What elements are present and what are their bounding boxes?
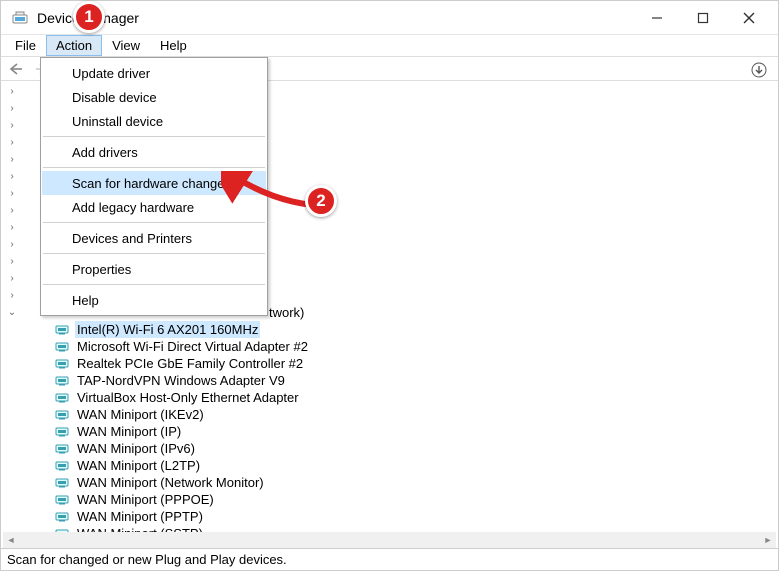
menu-devices-printers[interactable]: Devices and Printers [42, 226, 266, 250]
tree-row[interactable]: WAN Miniport (IKEv2) [5, 406, 778, 423]
menu-update-driver[interactable]: Update driver [42, 61, 266, 85]
menu-add-drivers[interactable]: Add drivers [42, 140, 266, 164]
window-controls [634, 1, 772, 34]
tree-row[interactable]: WAN Miniport (PPTP) [5, 508, 778, 525]
chevron-right-icon[interactable]: › [5, 185, 19, 202]
menu-disable-device[interactable]: Disable device [42, 85, 266, 109]
tree-row[interactable]: WAN Miniport (PPPOE) [5, 491, 778, 508]
device-label[interactable]: WAN Miniport (IKEv2) [75, 406, 206, 423]
scroll-left-icon[interactable]: ◄ [3, 532, 19, 548]
menu-file[interactable]: File [5, 35, 46, 56]
chevron-right-icon[interactable]: › [5, 117, 19, 134]
menu-separator [43, 253, 265, 254]
tree-row[interactable]: WAN Miniport (Network Monitor) [5, 474, 778, 491]
network-adapter-icon [55, 459, 71, 473]
tree-row[interactable]: VirtualBox Host-Only Ethernet Adapter [5, 389, 778, 406]
chevron-right-icon[interactable]: › [5, 168, 19, 185]
device-label[interactable]: WAN Miniport (PPTP) [75, 508, 205, 525]
horizontal-scrollbar[interactable]: ◄ ► [3, 532, 776, 548]
menu-separator [43, 284, 265, 285]
chevron-right-icon[interactable]: › [5, 287, 19, 304]
network-adapter-icon [55, 374, 71, 388]
device-label[interactable]: Realtek PCIe GbE Family Controller #2 [75, 355, 305, 372]
titlebar[interactable]: Device Manager [1, 1, 778, 35]
scroll-right-icon[interactable]: ► [760, 532, 776, 548]
tree-row[interactable]: TAP-NordVPN Windows Adapter V9 [5, 372, 778, 389]
device-label[interactable]: Intel(R) Wi-Fi 6 AX201 160MHz [75, 321, 260, 338]
tree-row[interactable]: WAN Miniport (IPv6) [5, 440, 778, 457]
device-label[interactable]: Microsoft Wi-Fi Direct Virtual Adapter #… [75, 338, 310, 355]
device-manager-window: Device Manager File Action View Help › ›… [0, 0, 779, 571]
menu-properties[interactable]: Properties [42, 257, 266, 281]
menu-uninstall-device[interactable]: Uninstall device [42, 109, 266, 133]
network-adapter-icon [55, 357, 71, 371]
network-adapter-icon [55, 442, 71, 456]
annotation-badge-1: 1 [73, 1, 105, 33]
tree-row[interactable]: Microsoft Wi-Fi Direct Virtual Adapter #… [5, 338, 778, 355]
menu-view[interactable]: View [102, 35, 150, 56]
category-label-partial[interactable]: twork) [267, 304, 306, 321]
chevron-right-icon[interactable]: › [5, 236, 19, 253]
maximize-button[interactable] [680, 1, 726, 34]
tree-row[interactable]: Realtek PCIe GbE Family Controller #2 [5, 355, 778, 372]
menu-help[interactable]: Help [150, 35, 197, 56]
chevron-down-icon[interactable]: ⌄ [5, 304, 19, 321]
chevron-right-icon[interactable]: › [5, 151, 19, 168]
device-label[interactable]: WAN Miniport (IPv6) [75, 440, 197, 457]
device-label[interactable]: WAN Miniport (Network Monitor) [75, 474, 266, 491]
tree-row[interactable]: Intel(R) Wi-Fi 6 AX201 160MHz [5, 321, 778, 338]
menu-separator [43, 222, 265, 223]
device-label[interactable]: TAP-NordVPN Windows Adapter V9 [75, 372, 287, 389]
menu-separator [43, 136, 265, 137]
menu-action[interactable]: Action [46, 35, 102, 56]
close-button[interactable] [726, 1, 772, 34]
menu-separator [43, 167, 265, 168]
chevron-right-icon[interactable]: › [5, 253, 19, 270]
menu-help[interactable]: Help [42, 288, 266, 312]
chevron-right-icon[interactable]: › [5, 100, 19, 117]
network-adapter-icon [55, 391, 71, 405]
minimize-button[interactable] [634, 1, 680, 34]
network-adapter-icon [55, 510, 71, 524]
network-adapter-icon [55, 340, 71, 354]
chevron-right-icon[interactable]: › [5, 202, 19, 219]
toolbar-scan-icon[interactable] [748, 59, 770, 81]
app-icon [11, 9, 29, 27]
network-adapter-icon [55, 323, 71, 337]
network-adapter-icon [55, 408, 71, 422]
chevron-right-icon[interactable]: › [5, 219, 19, 236]
window-title: Device Manager [37, 10, 634, 26]
tree-row[interactable]: WAN Miniport (IP) [5, 423, 778, 440]
device-label[interactable]: VirtualBox Host-Only Ethernet Adapter [75, 389, 301, 406]
back-button[interactable] [5, 58, 27, 80]
network-adapter-icon [55, 493, 71, 507]
menu-scan-hardware[interactable]: Scan for hardware changes [42, 171, 266, 195]
menu-add-legacy[interactable]: Add legacy hardware [42, 195, 266, 219]
action-dropdown: Update driver Disable device Uninstall d… [40, 57, 268, 316]
status-text: Scan for changed or new Plug and Play de… [7, 552, 287, 567]
network-adapter-icon [55, 476, 71, 490]
statusbar: Scan for changed or new Plug and Play de… [1, 548, 778, 570]
chevron-right-icon[interactable]: › [5, 134, 19, 151]
menubar: File Action View Help [1, 35, 778, 57]
device-label[interactable]: WAN Miniport (PPPOE) [75, 491, 216, 508]
tree-row[interactable]: WAN Miniport (L2TP) [5, 457, 778, 474]
device-label[interactable]: WAN Miniport (L2TP) [75, 457, 202, 474]
chevron-right-icon[interactable]: › [5, 270, 19, 287]
chevron-right-icon[interactable]: › [5, 83, 19, 100]
annotation-badge-2: 2 [305, 185, 337, 217]
network-adapter-icon [55, 425, 71, 439]
device-label[interactable]: WAN Miniport (IP) [75, 423, 183, 440]
